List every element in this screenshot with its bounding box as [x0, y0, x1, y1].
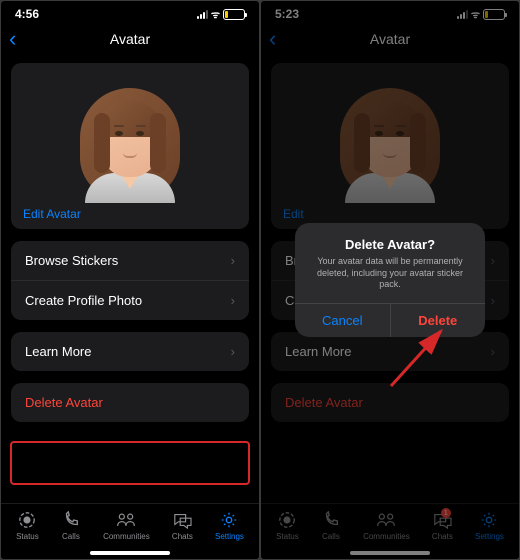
status-icon: [17, 510, 37, 530]
status-bar: 4:56 ᯤ 19: [1, 1, 259, 23]
dialog-delete-button[interactable]: Delete: [391, 304, 486, 337]
tab-chats[interactable]: Chats: [172, 510, 193, 541]
page-title: Avatar: [11, 31, 249, 47]
phone-icon: [61, 510, 81, 530]
tab-status[interactable]: Status: [16, 510, 39, 541]
dialog-title: Delete Avatar?: [307, 237, 473, 252]
browse-stickers-row[interactable]: Browse Stickers›: [11, 241, 249, 281]
dialog-message: Your avatar data will be permanently del…: [307, 256, 473, 291]
communities-icon: [116, 510, 136, 530]
learn-more-group: Learn More›: [11, 332, 249, 371]
gear-icon: [219, 510, 239, 530]
tab-settings[interactable]: Settings: [215, 510, 244, 541]
chevron-right-icon: ›: [231, 253, 235, 268]
wifi-icon: ᯤ: [211, 7, 220, 21]
avatar-image: [23, 73, 237, 203]
phone-right-delete-dialog: 5:23 ᯤ 15 ‹ Avatar Edit Brow› Crea› Lear…: [261, 1, 519, 559]
edit-avatar-link[interactable]: Edit Avatar: [23, 207, 237, 221]
delete-avatar-dialog: Delete Avatar? Your avatar data will be …: [295, 223, 485, 337]
stickers-group: Browse Stickers› Create Profile Photo›: [11, 241, 249, 320]
back-button[interactable]: ‹: [9, 28, 16, 50]
status-time: 4:56: [15, 7, 39, 21]
chevron-right-icon: ›: [231, 344, 235, 359]
battery-icon: 19: [223, 9, 245, 20]
status-indicators: ᯤ 19: [197, 7, 245, 21]
tab-communities[interactable]: Communities: [103, 510, 150, 541]
modal-overlay[interactable]: Delete Avatar? Your avatar data will be …: [261, 1, 519, 559]
home-indicator[interactable]: [90, 551, 170, 555]
delete-group: Delete Avatar: [11, 383, 249, 422]
delete-avatar-button[interactable]: Delete Avatar: [11, 383, 249, 422]
learn-more-row[interactable]: Learn More›: [11, 332, 249, 371]
dialog-cancel-button[interactable]: Cancel: [295, 304, 391, 337]
cellular-icon: [197, 10, 208, 19]
chats-icon: [172, 510, 192, 530]
avatar-preview-card: Edit Avatar: [11, 63, 249, 229]
content-area: Edit Avatar Browse Stickers› Create Prof…: [1, 55, 259, 503]
chevron-right-icon: ›: [231, 293, 235, 308]
phone-left-avatar-settings: 4:56 ᯤ 19 ‹ Avatar Edit Avatar Browse St…: [1, 1, 259, 559]
nav-header: ‹ Avatar: [1, 23, 259, 55]
create-profile-photo-row[interactable]: Create Profile Photo›: [11, 281, 249, 320]
tab-calls[interactable]: Calls: [61, 510, 81, 541]
